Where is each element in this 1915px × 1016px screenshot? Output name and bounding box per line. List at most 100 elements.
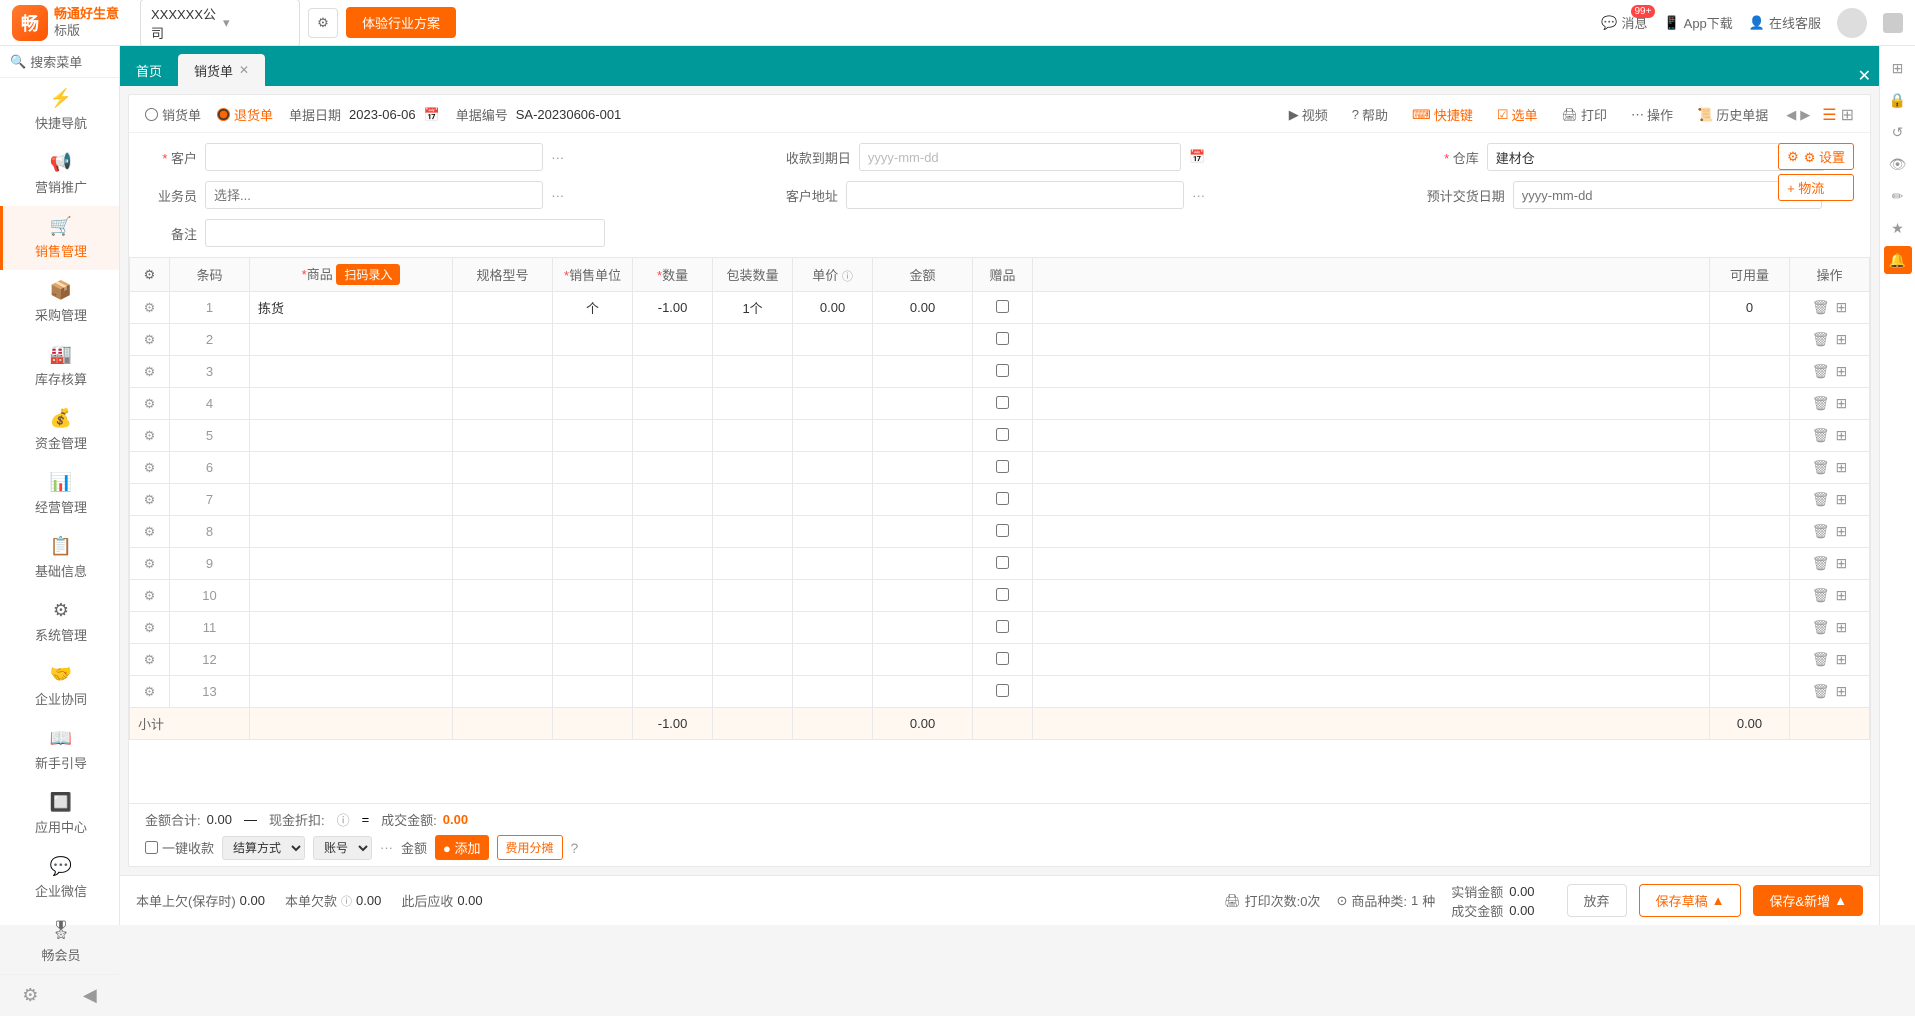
row-unit-cell[interactable] xyxy=(553,548,633,580)
gift-checkbox[interactable] xyxy=(996,588,1009,601)
copy-icon[interactable]: ⊞ xyxy=(1836,555,1848,572)
delete-icon[interactable]: 🗑 xyxy=(1812,651,1830,668)
row-spec-cell[interactable] xyxy=(453,516,553,548)
row-qty-cell[interactable] xyxy=(633,676,713,708)
row-price-cell[interactable] xyxy=(793,484,873,516)
row-barcode-cell[interactable]: 6 xyxy=(170,452,250,484)
row-qty-cell[interactable] xyxy=(633,548,713,580)
one-click-pay-checkbox[interactable]: 一键收款 xyxy=(145,838,214,857)
row-price-cell[interactable]: 0.00 xyxy=(793,292,873,324)
customer-more-btn[interactable]: ··· xyxy=(543,143,572,171)
row-barcode-cell[interactable]: 7 xyxy=(170,484,250,516)
customer-addr-input[interactable] xyxy=(846,181,1184,209)
row-amount-cell[interactable] xyxy=(873,420,973,452)
row-qty-cell[interactable] xyxy=(633,452,713,484)
row-unit-cell[interactable] xyxy=(553,388,633,420)
row-product-cell[interactable] xyxy=(250,452,453,484)
sidebar-item-collab[interactable]: 🤝 企业协同 xyxy=(0,654,119,718)
add-payment-btn[interactable]: ● 添加 xyxy=(435,835,488,860)
row-unit-cell[interactable] xyxy=(553,356,633,388)
row-gift-cell[interactable] xyxy=(973,388,1033,420)
radio-sales-input[interactable] xyxy=(145,108,158,121)
select-order-btn[interactable]: ☑选单 xyxy=(1491,103,1544,126)
row-pkg-cell[interactable] xyxy=(713,356,793,388)
delete-icon[interactable]: 🗑 xyxy=(1812,299,1830,316)
row-price-cell[interactable] xyxy=(793,676,873,708)
discard-button[interactable]: 放弃 xyxy=(1567,884,1627,917)
row-product-cell[interactable] xyxy=(250,580,453,612)
copy-icon[interactable]: ⊞ xyxy=(1836,427,1848,444)
copy-icon[interactable]: ⊞ xyxy=(1836,299,1848,316)
row-amount-cell[interactable] xyxy=(873,388,973,420)
shortcut-btn[interactable]: ⌨快捷键 xyxy=(1406,103,1479,126)
row-qty-cell[interactable] xyxy=(633,420,713,452)
row-price-cell[interactable] xyxy=(793,388,873,420)
calendar-icon[interactable]: 📅 xyxy=(424,107,440,123)
row-amount-cell[interactable] xyxy=(873,676,973,708)
right-tool-eye[interactable]: 👁 xyxy=(1884,150,1912,178)
row-gift-cell[interactable] xyxy=(973,548,1033,580)
row-amount-cell[interactable] xyxy=(873,356,973,388)
row-barcode-cell[interactable]: 3 xyxy=(170,356,250,388)
radio-return-order[interactable]: 退货单 xyxy=(217,105,273,124)
right-tool-rotate[interactable]: ↺ xyxy=(1884,118,1912,146)
copy-icon[interactable]: ⊞ xyxy=(1836,651,1848,668)
row-qty-cell[interactable] xyxy=(633,388,713,420)
row-product-cell[interactable]: 拣货 xyxy=(250,292,453,324)
gift-checkbox[interactable] xyxy=(996,492,1009,505)
save-draft-button[interactable]: 保存草稿 ▲ xyxy=(1639,884,1742,917)
account-select[interactable]: 账号 xyxy=(313,836,372,860)
delete-icon[interactable]: 🗑 xyxy=(1812,587,1830,604)
app-download-btn[interactable]: 📱 App下载 xyxy=(1663,13,1732,32)
sidebar-item-purchase[interactable]: 📦 采购管理 xyxy=(0,270,119,334)
row-gift-cell[interactable] xyxy=(973,324,1033,356)
row-amount-cell[interactable] xyxy=(873,484,973,516)
row-pkg-cell[interactable] xyxy=(713,452,793,484)
row-amount-cell[interactable] xyxy=(873,644,973,676)
prev-arrow-icon[interactable]: ◀ xyxy=(1786,107,1796,123)
row-price-cell[interactable] xyxy=(793,356,873,388)
row-product-cell[interactable] xyxy=(250,612,453,644)
row-barcode-cell[interactable]: 12 xyxy=(170,644,250,676)
avatar[interactable] xyxy=(1837,8,1867,38)
row-barcode-cell[interactable]: 1 xyxy=(170,292,250,324)
row-qty-cell[interactable]: -1.00 xyxy=(633,292,713,324)
row-gift-cell[interactable] xyxy=(973,420,1033,452)
customer-addr-more-btn[interactable]: ··· xyxy=(1184,181,1213,209)
sidebar-item-sales[interactable]: 🛒 销售管理 xyxy=(0,206,119,270)
row-unit-cell[interactable]: 个 xyxy=(553,292,633,324)
delete-icon[interactable]: 🗑 xyxy=(1812,427,1830,444)
row-price-cell[interactable] xyxy=(793,580,873,612)
row-pkg-cell[interactable] xyxy=(713,388,793,420)
row-pkg-cell[interactable] xyxy=(713,676,793,708)
print-btn[interactable]: 🖨打印 xyxy=(1556,103,1614,126)
sidebar-item-finance[interactable]: 💰 资金管理 xyxy=(0,398,119,462)
row-barcode-cell[interactable]: 2 xyxy=(170,324,250,356)
row-pkg-cell[interactable] xyxy=(713,484,793,516)
expense-split-btn[interactable]: 费用分摊 xyxy=(497,835,563,860)
delete-icon[interactable]: 🗑 xyxy=(1812,491,1830,508)
right-tool-star[interactable]: ★ xyxy=(1884,214,1912,242)
gift-checkbox[interactable] xyxy=(996,300,1009,313)
row-pkg-cell[interactable] xyxy=(713,420,793,452)
tab-home[interactable]: 首页 xyxy=(120,54,178,86)
ops-btn[interactable]: ⋯操作 xyxy=(1625,103,1679,126)
online-service-btn[interactable]: 👤 在线客服 xyxy=(1749,13,1821,32)
sidebar-settings-btn[interactable]: ⚙ xyxy=(12,975,48,1016)
row-amount-cell[interactable] xyxy=(873,548,973,580)
row-pkg-cell[interactable] xyxy=(713,580,793,612)
row-pkg-cell[interactable] xyxy=(713,644,793,676)
row-amount-cell[interactable] xyxy=(873,612,973,644)
row-spec-cell[interactable] xyxy=(453,292,553,324)
close-window-icon[interactable]: ✕ xyxy=(1858,66,1871,86)
sidebar-item-operations[interactable]: 📊 经营管理 xyxy=(0,462,119,526)
row-unit-cell[interactable] xyxy=(553,452,633,484)
expected-date-input[interactable] xyxy=(1513,181,1822,209)
row-spec-cell[interactable] xyxy=(453,676,553,708)
row-price-cell[interactable] xyxy=(793,452,873,484)
row-unit-cell[interactable] xyxy=(553,420,633,452)
sidebar-item-inventory[interactable]: 🏭 库存核算 xyxy=(0,334,119,398)
row-pkg-cell[interactable] xyxy=(713,516,793,548)
copy-icon[interactable]: ⊞ xyxy=(1836,459,1848,476)
row-barcode-cell[interactable]: 5 xyxy=(170,420,250,452)
